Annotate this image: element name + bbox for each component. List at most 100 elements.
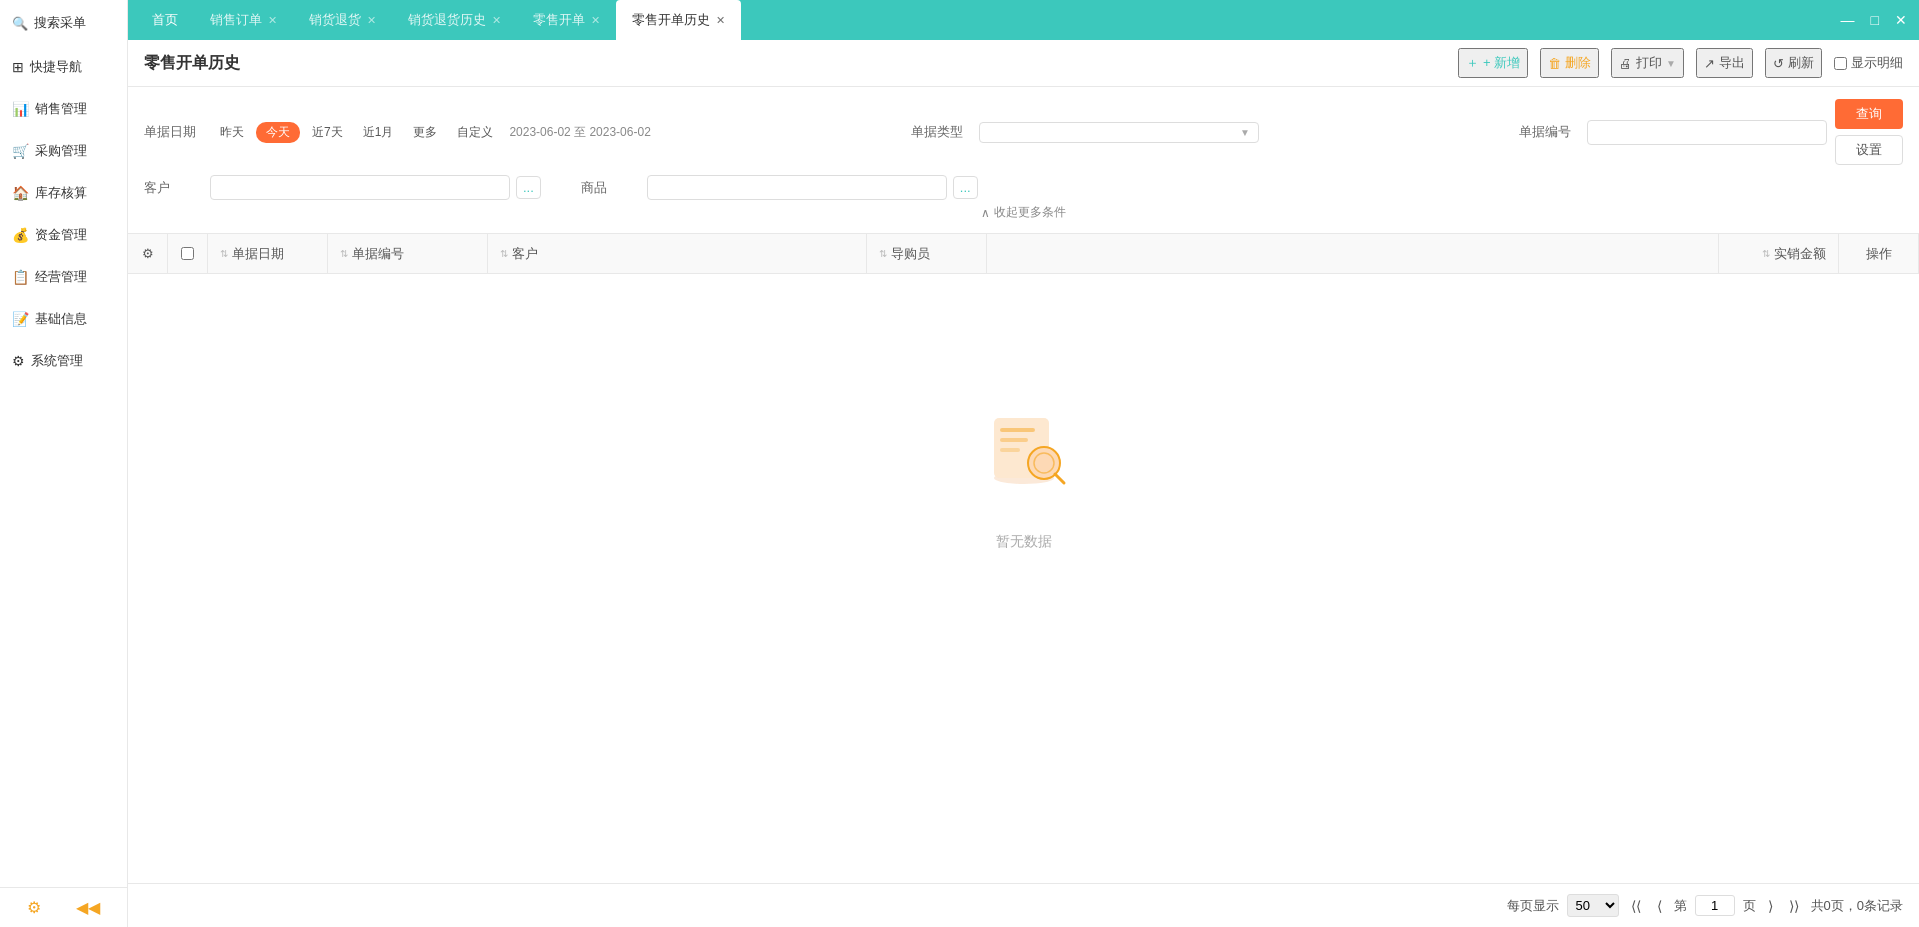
sales-icon: 📊 [12, 101, 29, 117]
date-7days[interactable]: 近7天 [304, 122, 351, 143]
minimize-btn[interactable]: — [1837, 8, 1859, 32]
basic-info-icon: 📝 [12, 311, 29, 327]
inventory-icon: 🏠 [12, 185, 29, 201]
settings-icon: ⚙ [142, 246, 154, 261]
delete-icon: 🗑 [1548, 56, 1561, 71]
th-action: 操作 [1839, 234, 1919, 274]
tab-sales-return-history-close[interactable]: ✕ [492, 14, 501, 27]
settings-bottom-btn[interactable]: ⚙ [27, 898, 41, 917]
operations-icon: 📋 [12, 269, 29, 285]
set-button[interactable]: 设置 [1835, 135, 1903, 165]
th-amount[interactable]: ⇅ 实销金额 [1719, 234, 1839, 274]
th-checkbox[interactable] [168, 234, 208, 274]
table-header: ⚙ ⇅ 单据日期 ⇅ 单据编号 ⇅ 客户 ⇅ 导购员 ⇅ [128, 234, 1919, 274]
tab-sales-return-history[interactable]: 销货退货历史 ✕ [392, 0, 517, 40]
svg-rect-3 [1000, 438, 1028, 442]
tab-retail-open-history-label: 零售开单历史 [632, 11, 710, 29]
table-area: ⚙ ⇅ 单据日期 ⇅ 单据编号 ⇅ 客户 ⇅ 导购员 ⇅ [128, 234, 1919, 883]
show-detail-checkbox[interactable]: 显示明细 [1834, 54, 1903, 72]
prev-page-btn[interactable]: ⟨ [1653, 896, 1666, 916]
last-page-btn[interactable]: ⟩⟩ [1785, 896, 1803, 916]
delete-button[interactable]: 🗑 删除 [1540, 48, 1599, 78]
tab-home[interactable]: 首页 [136, 0, 194, 40]
date-today[interactable]: 今天 [256, 122, 300, 143]
search-row-2: 客户 ... 商品 ... [144, 175, 1903, 200]
page-input[interactable] [1695, 895, 1735, 916]
new-button[interactable]: ＋ + 新增 [1458, 48, 1528, 78]
tab-retail-open-label: 零售开单 [533, 11, 585, 29]
main-area: 首页 销售订单 ✕ 销货退货 ✕ 销货退货历史 ✕ 零售开单 ✕ 零售开单历史 … [128, 0, 1919, 927]
sidebar-item-operations[interactable]: 📋 经营管理 [0, 256, 127, 298]
system-icon: ⚙ [12, 353, 25, 369]
customer-group: 客户 ... [144, 175, 541, 200]
svg-rect-4 [1000, 448, 1020, 452]
export-icon: ↗ [1704, 56, 1715, 71]
sidebar-item-purchase-mgmt[interactable]: 🛒 采购管理 [0, 130, 127, 172]
sidebar-item-label: 经营管理 [35, 268, 87, 286]
goods-input[interactable] [647, 175, 947, 200]
sidebar-item-inventory[interactable]: 🏠 库存核算 [0, 172, 127, 214]
search-area: 单据日期 昨天 今天 近7天 近1月 更多 自定义 2023-06-02 至 2… [128, 87, 1919, 234]
query-button[interactable]: 查询 [1835, 99, 1903, 129]
th-number[interactable]: ⇅ 单据编号 [328, 234, 488, 274]
sidebar-item-label: 资金管理 [35, 226, 87, 244]
per-page-label: 每页显示 [1507, 897, 1559, 915]
tab-sales-order-close[interactable]: ✕ [268, 14, 277, 27]
collapse-btn[interactable]: ◀◀ [76, 898, 100, 917]
sidebar-item-system-mgmt[interactable]: ⚙ 系统管理 [0, 340, 127, 382]
first-page-btn[interactable]: ⟨⟨ [1627, 896, 1645, 916]
tab-sales-order[interactable]: 销售订单 ✕ [194, 0, 293, 40]
date-yesterday[interactable]: 昨天 [212, 122, 252, 143]
date-1month[interactable]: 近1月 [355, 122, 402, 143]
show-detail-input[interactable] [1834, 57, 1847, 70]
purchase-icon: 🛒 [12, 143, 29, 159]
sidebar-item-quick-nav[interactable]: ⊞ 快捷导航 [0, 46, 127, 88]
th-middle [987, 234, 1719, 274]
search-icon: 🔍 [12, 16, 28, 31]
sort-icon-amount: ⇅ [1762, 248, 1770, 259]
tab-retail-open-history[interactable]: 零售开单历史 ✕ [616, 0, 741, 40]
search-row-1: 单据日期 昨天 今天 近7天 近1月 更多 自定义 2023-06-02 至 2… [144, 99, 1903, 165]
sidebar-item-finance[interactable]: 💰 资金管理 [0, 214, 127, 256]
empty-illustration [974, 398, 1074, 517]
print-button[interactable]: 🖨 打印 ▼ [1611, 48, 1684, 78]
customer-input[interactable] [210, 175, 510, 200]
date-custom[interactable]: 自定义 [449, 122, 501, 143]
sidebar: 🔍 搜索采单 ⊞ 快捷导航 📊 销售管理 🛒 采购管理 🏠 库存核算 💰 资金管… [0, 0, 128, 927]
total-label: 共0页，0条记录 [1811, 897, 1903, 915]
print-dropdown-icon: ▼ [1666, 58, 1676, 69]
select-all-checkbox[interactable] [181, 247, 194, 260]
maximize-btn[interactable]: □ [1867, 8, 1883, 32]
th-settings[interactable]: ⚙ [128, 234, 168, 274]
sidebar-item-sales-mgmt[interactable]: 📊 销售管理 [0, 88, 127, 130]
th-guide[interactable]: ⇅ 导购员 [867, 234, 987, 274]
sidebar-item-basic-info[interactable]: 📝 基础信息 [0, 298, 127, 340]
th-customer[interactable]: ⇅ 客户 [488, 234, 867, 274]
tab-sales-return-close[interactable]: ✕ [367, 14, 376, 27]
tab-retail-open-history-close[interactable]: ✕ [716, 14, 725, 27]
next-page-btn[interactable]: ⟩ [1764, 896, 1777, 916]
pagination: 每页显示 50 10 20 100 ⟨⟨ ⟨ 第 页 ⟩ ⟩⟩ 共0页，0条记录 [128, 883, 1919, 927]
goods-ellipsis-btn[interactable]: ... [953, 176, 978, 199]
customer-ellipsis-btn[interactable]: ... [516, 176, 541, 199]
number-input[interactable] [1587, 120, 1827, 145]
close-btn[interactable]: ✕ [1891, 8, 1911, 32]
sidebar-search[interactable]: 🔍 搜索采单 [0, 0, 127, 46]
th-date[interactable]: ⇅ 单据日期 [208, 234, 328, 274]
per-page-select[interactable]: 50 10 20 100 [1567, 894, 1619, 917]
sidebar-item-label: 基础信息 [35, 310, 87, 328]
collapse-more-btn[interactable]: ∧ 收起更多条件 [144, 204, 1903, 221]
sidebar-item-label: 系统管理 [31, 352, 83, 370]
tab-retail-open-close[interactable]: ✕ [591, 14, 600, 27]
refresh-button[interactable]: ↺ 刷新 [1765, 48, 1822, 78]
tab-sales-return-label: 销货退货 [309, 11, 361, 29]
finance-icon: 💰 [12, 227, 29, 243]
type-select[interactable]: ▼ [979, 122, 1259, 143]
tab-retail-open[interactable]: 零售开单 ✕ [517, 0, 616, 40]
date-more[interactable]: 更多 [405, 122, 445, 143]
sidebar-search-label: 搜索采单 [34, 14, 86, 32]
collapse-chevron-icon: ∧ [981, 206, 990, 220]
tab-sales-return[interactable]: 销货退货 ✕ [293, 0, 392, 40]
date-range-display: 2023-06-02 至 2023-06-02 [509, 124, 650, 141]
export-button[interactable]: ↗ 导出 [1696, 48, 1753, 78]
